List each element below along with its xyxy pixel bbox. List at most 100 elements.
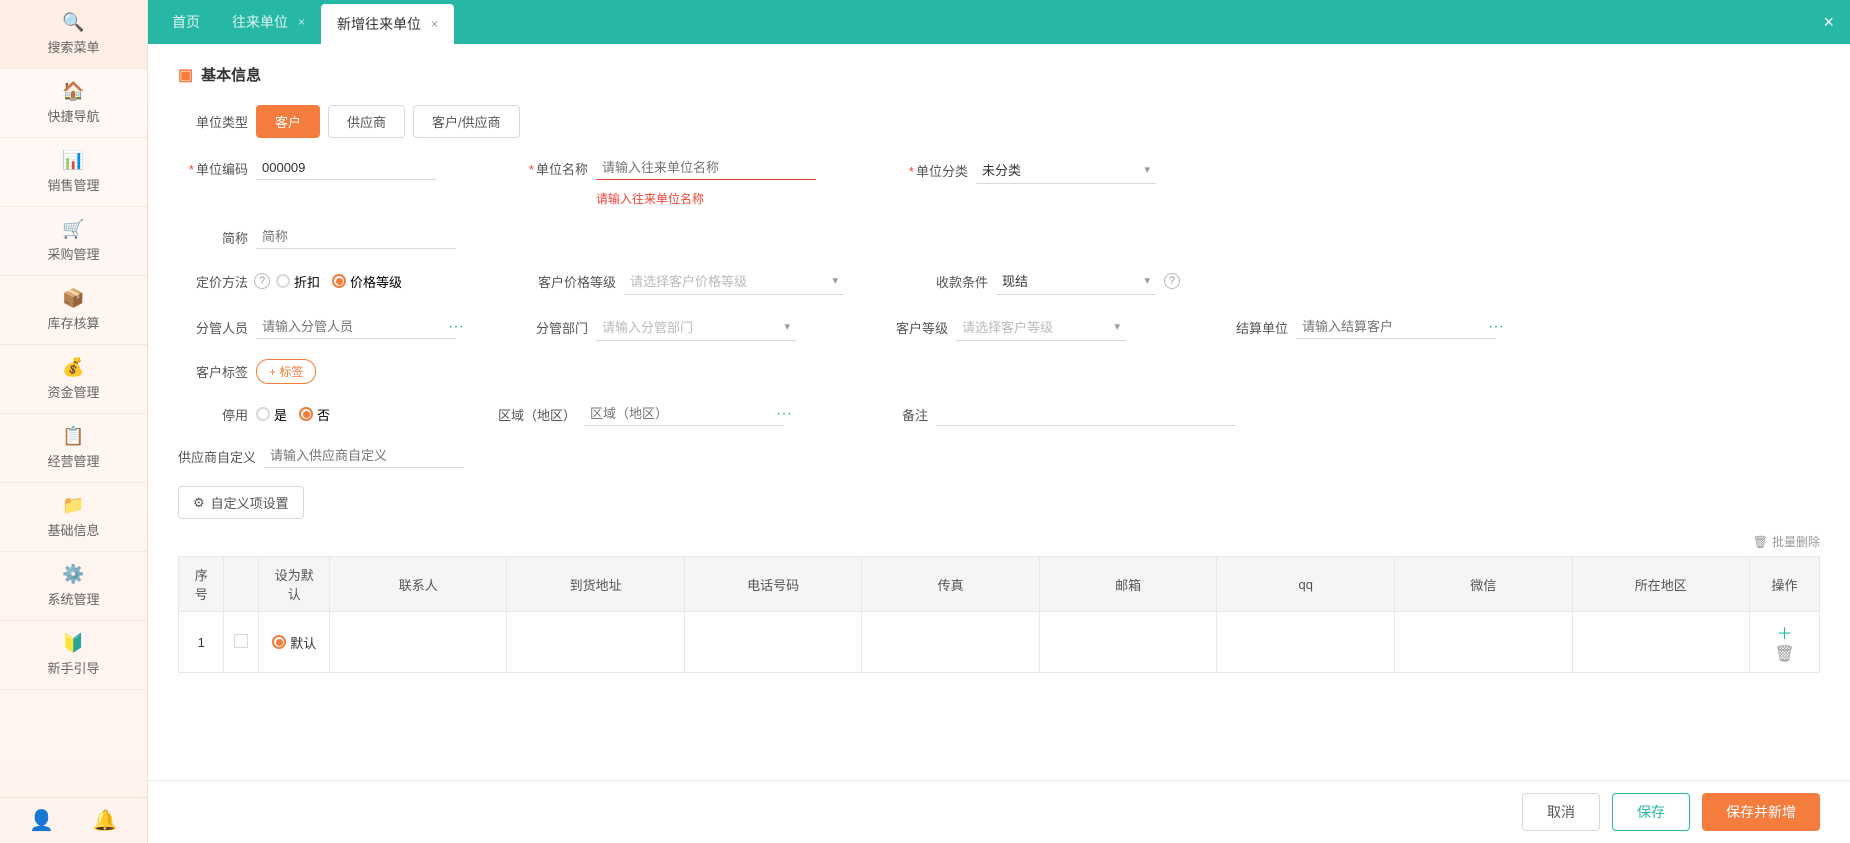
supplier-custom-label: 供应商自定义	[178, 447, 256, 466]
cancel-button[interactable]: 取消	[1522, 793, 1600, 831]
chevron-down-icon: ▾	[1144, 274, 1150, 287]
sidebar-item-purchase[interactable]: 🛒 采购管理	[0, 207, 147, 276]
fax-input[interactable]	[872, 635, 1028, 650]
custom-settings-button[interactable]: ⚙ 自定义项设置	[178, 486, 304, 519]
tab-new-partner[interactable]: 新增往来单位 ×	[321, 4, 454, 44]
payment-help-icon[interactable]: ?	[1164, 273, 1180, 289]
save-and-new-button[interactable]: 保存并新增	[1702, 793, 1820, 831]
unit-name-error: 请输入往来单位名称	[596, 190, 704, 207]
sidebar-item-operations[interactable]: 📋 经营管理	[0, 414, 147, 483]
remark-input[interactable]	[936, 402, 1236, 426]
sidebar: 🔍 搜索菜单 🏠 快捷导航 📊 销售管理 🛒 采购管理 📦 库存核算 💰 资金管…	[0, 0, 148, 843]
required-star: *	[529, 162, 534, 177]
sidebar-item-search[interactable]: 🔍 搜索菜单	[0, 0, 147, 69]
sidebar-item-sales[interactable]: 📊 销售管理	[0, 138, 147, 207]
location-input[interactable]	[1583, 635, 1739, 650]
customer-level-label: 客户等级	[878, 318, 948, 337]
row-contact[interactable]	[329, 612, 506, 673]
customer-tag-label: 客户标签	[178, 362, 248, 381]
tab-home[interactable]: 首页	[156, 0, 216, 44]
radio-no[interactable]: 否	[299, 405, 330, 424]
supplier-custom-row: 供应商自定义	[178, 444, 1820, 468]
pricing-radio-group: 折扣 价格等级	[276, 272, 402, 291]
sidebar-item-finance[interactable]: 💰 资金管理	[0, 345, 147, 414]
batch-delete-button[interactable]: 🗑 批量删除	[1753, 533, 1820, 550]
row-phone[interactable]	[684, 612, 861, 673]
sidebar-item-guide[interactable]: 🔰 新手引导	[0, 621, 147, 690]
supplier-custom-group: 供应商自定义	[178, 444, 1820, 468]
col-contact: 联系人	[329, 557, 506, 612]
tab-close-new-partner[interactable]: ×	[431, 17, 438, 31]
batch-delete-label: 批量删除	[1772, 533, 1820, 550]
payment-terms-select[interactable]: 现结 ▾	[996, 267, 1156, 295]
row-wechat[interactable]	[1395, 612, 1572, 673]
email-input[interactable]	[1050, 635, 1206, 650]
unit-code-label: *单位编码	[178, 159, 248, 178]
sidebar-item-basic[interactable]: 📁 基础信息	[0, 483, 147, 552]
address-input[interactable]	[517, 635, 673, 650]
btn-customer-supplier[interactable]: 客户/供应商	[413, 105, 520, 138]
unit-name-input[interactable]	[596, 156, 816, 180]
sidebar-item-quicknav[interactable]: 🏠 快捷导航	[0, 69, 147, 138]
qq-input[interactable]	[1227, 635, 1384, 650]
home-icon: 🏠	[62, 81, 84, 102]
row-checkbox[interactable]	[234, 634, 248, 648]
pricing-help-icon[interactable]: ?	[254, 273, 270, 289]
delete-row-button[interactable]: 🗑	[1774, 646, 1794, 663]
radio-discount[interactable]: 折扣	[276, 272, 320, 291]
col-email: 邮箱	[1039, 557, 1216, 612]
customer-level-select[interactable]: 请选择客户等级 ▾	[956, 313, 1126, 341]
row-qq[interactable]	[1217, 612, 1395, 673]
radio-yes[interactable]: 是	[256, 405, 287, 424]
short-name-label: 简称	[178, 228, 248, 247]
sidebar-item-inventory[interactable]: 📦 库存核算	[0, 276, 147, 345]
unit-category-select[interactable]: 未分类 ▾	[976, 156, 1156, 184]
settlement-more-btn[interactable]: ···	[1484, 318, 1508, 336]
row-address[interactable]	[507, 612, 684, 673]
manager-more-btn[interactable]: ···	[444, 318, 468, 336]
add-row-button[interactable]: ＋	[1776, 626, 1792, 643]
sidebar-item-label: 采购管理	[47, 244, 99, 263]
bell-icon[interactable]: 🔔	[93, 808, 118, 833]
radio-discount-circle	[276, 274, 290, 288]
add-tag-button[interactable]: + 标签	[256, 359, 316, 384]
radio-price-level[interactable]: 价格等级	[332, 272, 402, 291]
customer-price-level-select[interactable]: 请选择客户价格等级 ▾	[624, 267, 844, 295]
sidebar-item-system[interactable]: ⚙️ 系统管理	[0, 552, 147, 621]
btn-customer[interactable]: 客户	[256, 105, 320, 138]
region-input[interactable]	[584, 402, 772, 425]
wechat-input[interactable]	[1405, 635, 1561, 650]
tab-close-partners[interactable]: ×	[298, 15, 305, 29]
settlement-unit-input[interactable]	[1296, 315, 1484, 338]
customer-price-level-group: 客户价格等级 请选择客户价格等级 ▾	[538, 267, 918, 295]
finance-icon: 💰	[62, 357, 84, 378]
row-location[interactable]	[1572, 612, 1749, 673]
row-checkbox-cell[interactable]	[224, 612, 259, 673]
save-button[interactable]: 保存	[1612, 793, 1690, 831]
phone-input[interactable]	[695, 635, 851, 650]
window-close-button[interactable]: ×	[1815, 12, 1842, 33]
row-fax[interactable]	[862, 612, 1039, 673]
manager-row: 分管人员 ··· 分管部门 请输入分管部门 ▾ 客户等级 请选择客户等级	[178, 313, 1820, 341]
region-more-btn[interactable]: ···	[772, 405, 796, 423]
chevron-down-icon: ▾	[1114, 320, 1120, 333]
row-default-radio[interactable]: 默认	[269, 633, 319, 652]
short-name-input[interactable]	[256, 225, 456, 249]
required-star: *	[189, 162, 194, 177]
department-select[interactable]: 请输入分管部门 ▾	[596, 313, 796, 341]
department-label: 分管部门	[518, 318, 588, 337]
payment-terms-label: 收款条件	[918, 272, 988, 291]
btn-supplier[interactable]: 供应商	[328, 105, 405, 138]
pricing-method-group: 定价方法 ? 折扣 价格等级	[178, 272, 538, 291]
section-title-text: 基本信息	[201, 64, 261, 85]
user-icon[interactable]: 👤	[29, 808, 54, 833]
tab-bar: 首页 往来单位 × 新增往来单位 × ×	[148, 0, 1850, 44]
row-email[interactable]	[1039, 612, 1216, 673]
tab-partners[interactable]: 往来单位 ×	[216, 0, 321, 44]
supplier-custom-input[interactable]	[264, 444, 464, 468]
manager-input[interactable]	[256, 315, 444, 338]
unit-code-input[interactable]	[256, 156, 436, 180]
contact-input[interactable]	[340, 635, 496, 650]
disabled-row: 停用 是 否 区域（地区） ···	[178, 402, 1820, 426]
sidebar-item-label: 销售管理	[47, 175, 99, 194]
